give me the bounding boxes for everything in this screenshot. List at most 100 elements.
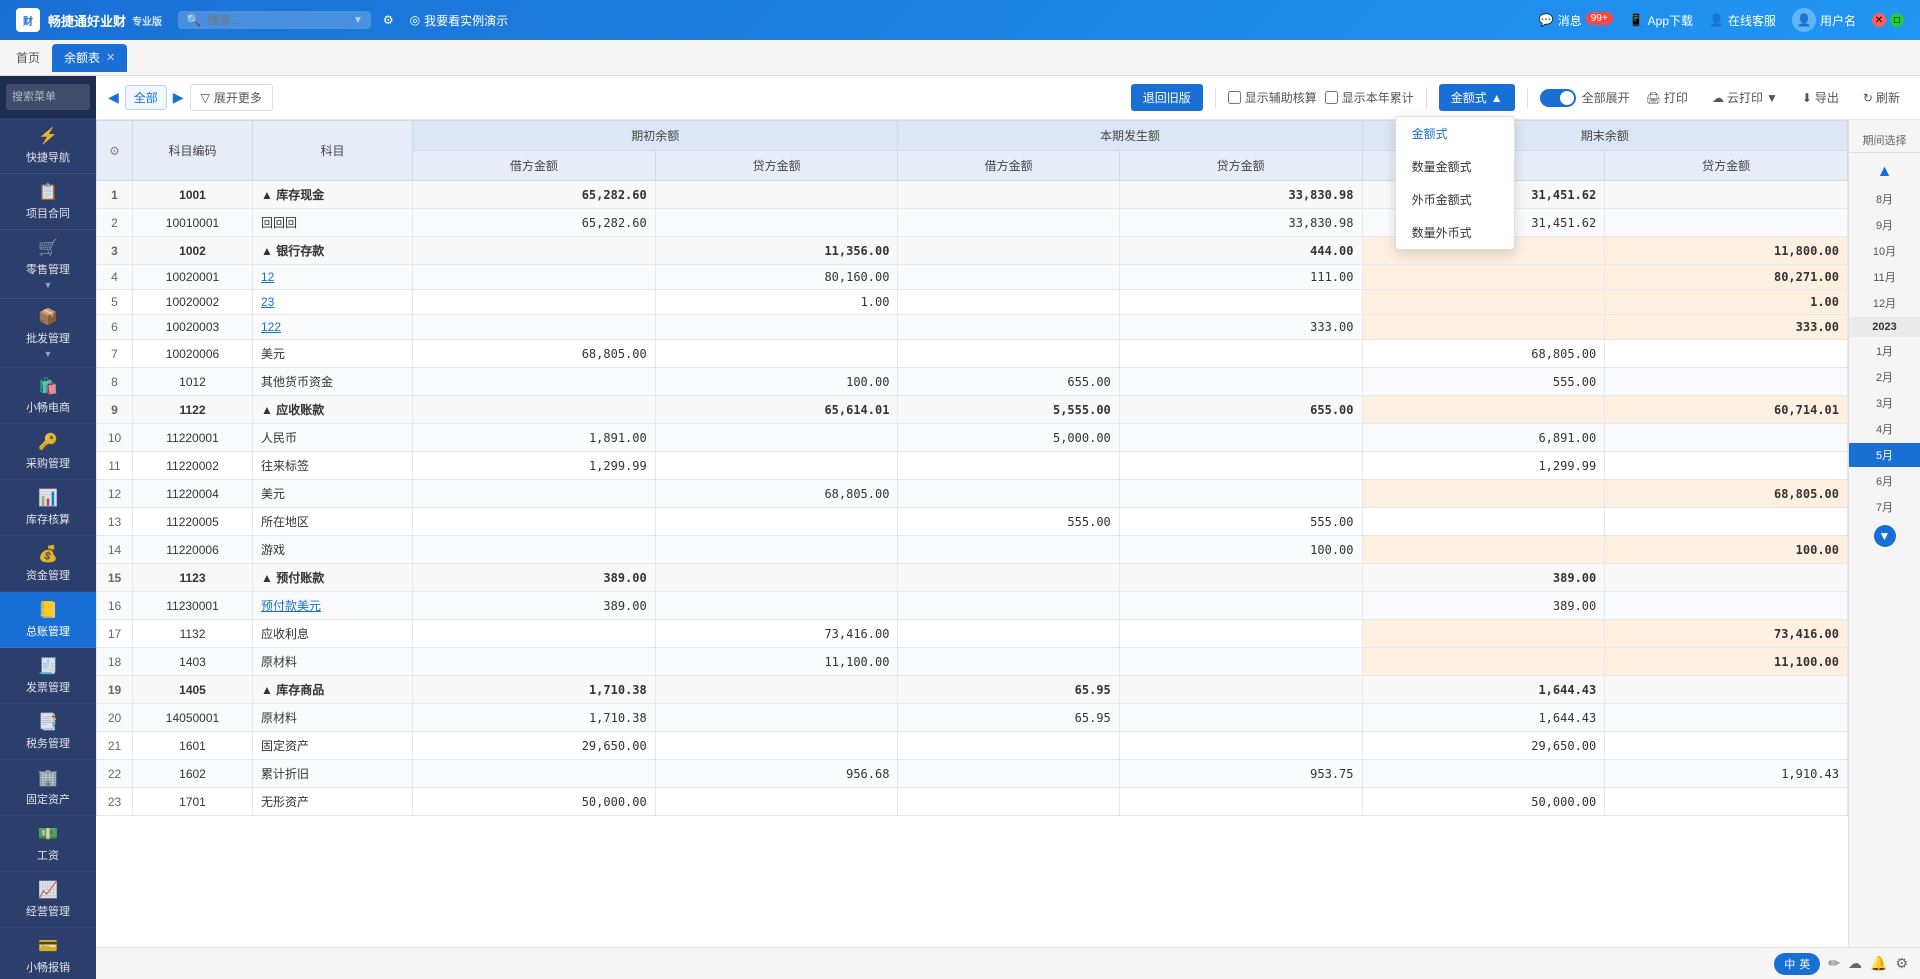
expand-more-btn[interactable]: ▽ 展开更多 xyxy=(190,84,273,111)
sidebar-item-payroll[interactable]: 💵 工资 xyxy=(0,816,96,872)
sidebar-item-invoice[interactable]: 🧾 发票管理 xyxy=(0,648,96,704)
month-item-5[interactable]: 5月 xyxy=(1849,443,1920,467)
tab-close-icon[interactable]: ✕ xyxy=(106,51,115,64)
tab-home[interactable]: 首页 xyxy=(8,44,48,72)
inventory-icon: 📊 xyxy=(38,488,58,508)
right-panel-up-arrow[interactable]: ▲ xyxy=(1873,159,1897,185)
quick-nav-icon: ⚡ xyxy=(38,126,58,146)
refresh-btn[interactable]: ↻ 刷新 xyxy=(1855,85,1908,110)
print-btn[interactable]: 🖨 打印 xyxy=(1638,85,1696,110)
app-download-btn[interactable]: 📱 App下载 xyxy=(1629,12,1693,29)
back-to-old-btn[interactable]: 退回旧版 xyxy=(1131,84,1203,111)
sidebar-item-inventory[interactable]: 📊 库存核算 xyxy=(0,480,96,536)
bottom-bar: 中 英 ✏ ☁ 🔔 ⚙ xyxy=(96,947,1920,979)
top-search-input[interactable] xyxy=(207,13,347,27)
top-bar-right: 💬 消息 99+ 📱 App下载 👤 在线客服 👤 用户名 ✕ □ xyxy=(1539,8,1904,32)
month-item-6[interactable]: 6月 xyxy=(1849,469,1920,493)
month-item-1[interactable]: 1月 xyxy=(1849,339,1920,363)
amount-style-btn[interactable]: 金额式 ▲ xyxy=(1439,84,1515,111)
expand-all-toggle[interactable]: 全部展开 xyxy=(1540,89,1630,107)
table-row: 4 10020001 12 80,160.00 111.00 80,271.00 xyxy=(97,265,1848,290)
row-num: 17 xyxy=(97,620,133,648)
message-btn[interactable]: 💬 消息 99+ xyxy=(1539,12,1613,29)
cloud-print-btn[interactable]: ☁ 云打印 ▼ xyxy=(1704,85,1786,110)
ob-credit-cell xyxy=(655,676,898,704)
filter-forward-icon[interactable]: ▶ xyxy=(173,89,184,106)
close-btn[interactable]: ✕ xyxy=(1872,13,1886,27)
edit-icon[interactable]: ✏ xyxy=(1828,955,1840,972)
month-item-12[interactable]: 12月 xyxy=(1849,291,1920,315)
ob-credit-cell: 11,100.00 xyxy=(655,648,898,676)
sidebar-item-expense[interactable]: 💳 小畅报销 xyxy=(0,928,96,979)
subject-code-cell: 1122 xyxy=(133,396,253,424)
col-cp-credit: 贷方金额 xyxy=(1119,151,1362,181)
subject-name-cell: 原材料 xyxy=(253,648,413,676)
cloud-print-icon: ☁ xyxy=(1712,91,1724,105)
month-item-7[interactable]: 7月 xyxy=(1849,495,1920,519)
sidebar-item-quick-nav[interactable]: ⚡ 快捷导航 xyxy=(0,118,96,174)
month-item-4[interactable]: 4月 xyxy=(1849,417,1920,441)
search-bar[interactable]: 🔍 ▼ xyxy=(178,11,371,29)
ob-credit-cell: 65,614.01 xyxy=(655,396,898,424)
notification-icon[interactable]: 🔔 xyxy=(1870,955,1887,972)
dropdown-item-qty-amount[interactable]: 数量金额式 xyxy=(1396,150,1514,183)
cp-credit-cell xyxy=(1119,480,1362,508)
subject-code-cell: 1601 xyxy=(133,732,253,760)
sidebar-item-ledger[interactable]: 📒 总账管理 xyxy=(0,592,96,648)
sidebar-search-input[interactable] xyxy=(6,84,90,110)
sidebar-search-area xyxy=(0,76,96,118)
right-panel-down-arrow[interactable]: ▼ xyxy=(1870,521,1900,551)
table-row: 6 10020003 122 333.00 333.00 xyxy=(97,315,1848,340)
maximize-btn[interactable]: □ xyxy=(1890,13,1904,27)
online-service-btn[interactable]: 👤 在线客服 xyxy=(1709,12,1776,29)
cb-debit-cell xyxy=(1362,648,1605,676)
dropdown-item-amount[interactable]: 金额式 xyxy=(1396,117,1514,150)
dropdown-item-qty-foreign[interactable]: 数量外币式 xyxy=(1396,216,1514,249)
subject-code-cell: 11220002 xyxy=(133,452,253,480)
col-settings[interactable]: ⚙ xyxy=(97,121,133,181)
cp-credit-cell xyxy=(1119,788,1362,816)
subject-code-cell: 1701 xyxy=(133,788,253,816)
settings-icon[interactable]: ⚙ xyxy=(1895,955,1908,972)
filter-back-icon[interactable]: ◀ xyxy=(108,89,119,106)
dropdown-item-foreign-amount[interactable]: 外币金额式 xyxy=(1396,183,1514,216)
ob-credit-cell xyxy=(655,340,898,368)
sidebar-item-fixed-assets[interactable]: 🏢 固定资产 xyxy=(0,760,96,816)
sidebar-item-operations[interactable]: 📈 经营管理 xyxy=(0,872,96,928)
month-item-2[interactable]: 2月 xyxy=(1849,365,1920,389)
sidebar-item-purchase[interactable]: 🔑 采购管理 xyxy=(0,424,96,480)
user-avatar[interactable]: 👤 用户名 xyxy=(1792,8,1856,32)
tab-balance-sheet[interactable]: 余额表 ✕ xyxy=(52,44,127,72)
cp-credit-cell: 33,830.98 xyxy=(1119,181,1362,209)
sidebar-item-retail[interactable]: 🛒 零售管理 ▼ xyxy=(0,230,96,299)
settings-top-icon[interactable]: ⚙ xyxy=(383,13,394,27)
cb-debit-cell: 29,650.00 xyxy=(1362,732,1605,760)
show-year-cumulative-checkbox[interactable]: 显示本年累计 xyxy=(1325,89,1414,106)
zh-en-toggle[interactable]: 中 英 xyxy=(1774,953,1820,975)
month-item-9[interactable]: 9月 xyxy=(1849,213,1920,237)
sidebar-item-ecommerce[interactable]: 🛍️ 小畅电商 xyxy=(0,368,96,424)
subject-code-cell: 10020006 xyxy=(133,340,253,368)
cb-credit-cell xyxy=(1605,424,1848,452)
col-cp-debit: 借方金额 xyxy=(898,151,1119,181)
cloud-icon[interactable]: ☁ xyxy=(1848,955,1862,972)
table-container: ⚙ 科目编码 科目 期初余额 本期发生额 期末余额 借方金额 贷方金额 借方金额 xyxy=(96,120,1848,947)
toggle-control[interactable] xyxy=(1540,89,1576,107)
demo-link[interactable]: ◎ 我要看实例演示 xyxy=(410,12,509,29)
sidebar-item-label: 经营管理 xyxy=(26,903,70,919)
export-btn[interactable]: ⬇ 导出 xyxy=(1794,85,1847,110)
table-settings-icon[interactable]: ⚙ xyxy=(109,144,120,158)
month-item-8[interactable]: 8月 xyxy=(1849,187,1920,211)
sidebar-item-project[interactable]: 📋 项目合同 xyxy=(0,174,96,230)
sidebar-item-finance[interactable]: 💰 资金管理 xyxy=(0,536,96,592)
show-auxiliary-checkbox[interactable]: 显示辅助核算 xyxy=(1228,89,1317,106)
month-item-11[interactable]: 11月 xyxy=(1849,265,1920,289)
sidebar-item-wholesale[interactable]: 📦 批发管理 ▼ xyxy=(0,299,96,368)
month-item-3[interactable]: 3月 xyxy=(1849,391,1920,415)
ob-debit-cell: 1,891.00 xyxy=(413,424,656,452)
sidebar-item-label: 库存核算 xyxy=(26,511,70,527)
subject-name-cell: 122 xyxy=(253,315,413,340)
subject-name-cell: 回回回 xyxy=(253,209,413,237)
month-item-10[interactable]: 10月 xyxy=(1849,239,1920,263)
sidebar-item-tax[interactable]: 📑 税务管理 xyxy=(0,704,96,760)
